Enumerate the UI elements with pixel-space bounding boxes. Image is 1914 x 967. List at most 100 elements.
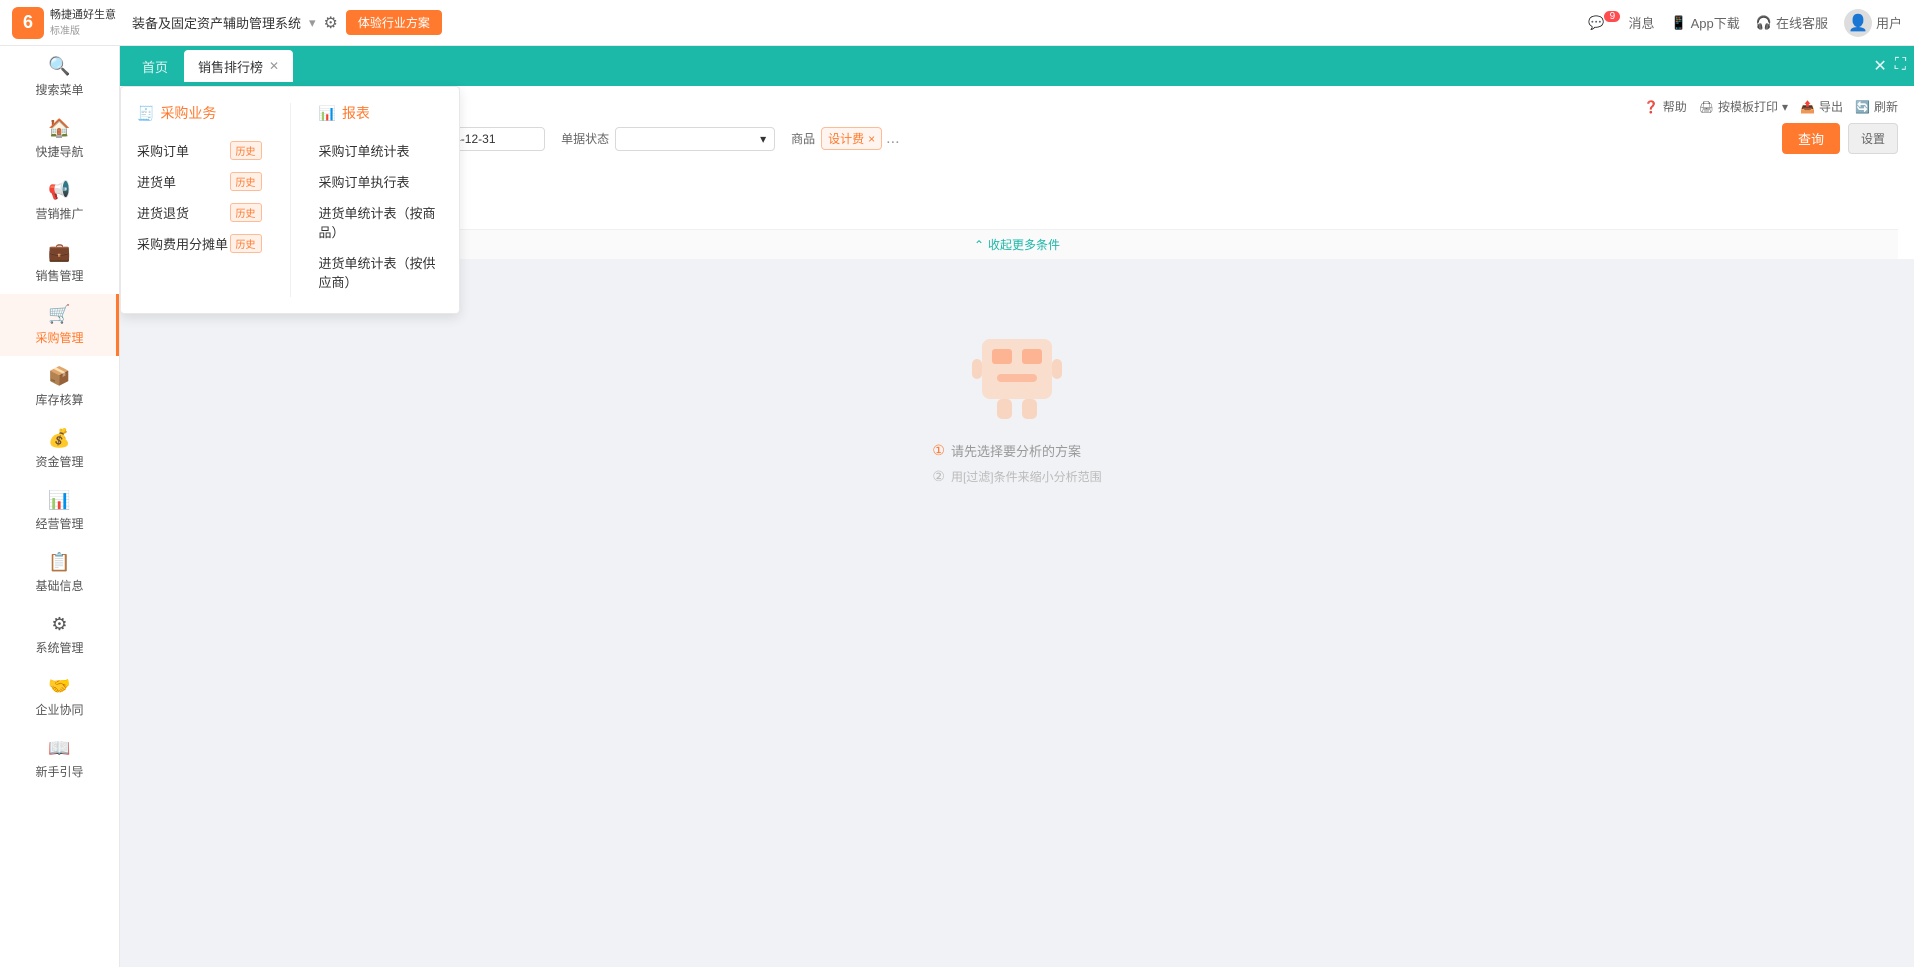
purchase-menu-section: 🧾 采购业务 采购订单 历史 进货单 历史 进货退货 历史: [137, 103, 262, 297]
status-label: 单据状态: [561, 130, 609, 147]
operations-icon: 📊: [48, 490, 70, 511]
online-service-button[interactable]: 🎧 在线客服: [1756, 13, 1828, 32]
sidebar-label-guide: 新手引导: [35, 763, 83, 780]
menu-item-goods-receipt-stat-goods[interactable]: 进货单统计表（按商品）: [319, 197, 444, 247]
app-download-button[interactable]: 📱 App下载: [1670, 13, 1739, 32]
sidebar-item-system[interactable]: ⚙ 系统管理: [0, 604, 119, 666]
export-icon: 📤: [1800, 100, 1815, 114]
sidebar-label-quick: 快捷导航: [35, 143, 83, 160]
sidebar-label-purchase: 采购管理: [35, 329, 83, 346]
system-dropdown-icon[interactable]: ▾: [309, 15, 316, 31]
status-select-arrow: ▾: [760, 132, 766, 146]
main-layout: 🔍 搜索菜单 🏠 快捷导航 📢 营销推广 💼 销售管理 🛒 采购管理 📦 库存核…: [0, 0, 1914, 967]
user-avatar: 👤: [1844, 9, 1872, 37]
sidebar-label-marketing: 营销推广: [35, 205, 83, 222]
print-button[interactable]: 🖨 按模板打印 ▾: [1699, 98, 1788, 115]
goods-filter: 商品 设计费 × ...: [791, 127, 899, 150]
tab-bar-right: ✕ ⛶: [1873, 56, 1906, 76]
headset-icon: 🎧: [1756, 15, 1772, 31]
sidebar-item-finance[interactable]: 💰 资金管理: [0, 418, 119, 480]
top-bar: 6 畅捷通好生意 标准版 装备及固定资产辅助管理系统 ▾ ⚙ 体验行业方案 💬 …: [0, 0, 1914, 46]
industry-button[interactable]: 体验行业方案: [346, 10, 442, 35]
tab-sales-rank[interactable]: 销售排行榜 ✕: [184, 50, 293, 82]
empty-svg: [947, 319, 1087, 429]
action-buttons: 查询 设置: [1782, 123, 1898, 154]
sidebar-item-marketing[interactable]: 📢 营销推广: [0, 170, 119, 232]
menu-item-goods-receipt[interactable]: 进货单 历史: [137, 166, 262, 197]
dropdown-menu: 🧾 采购业务 采购订单 历史 进货单 历史 进货退货 历史: [120, 86, 460, 314]
menu-item-purchase-order-stat[interactable]: 采购订单统计表: [319, 135, 444, 166]
help-button[interactable]: ❓ 帮助: [1644, 98, 1687, 115]
report-section-icon: 📊: [319, 105, 336, 122]
export-button[interactable]: 📤 导出: [1800, 98, 1843, 115]
setting-button[interactable]: 设置: [1848, 123, 1898, 154]
sidebar-item-search[interactable]: 🔍 搜索菜单: [0, 46, 119, 108]
tab-home[interactable]: 首页: [128, 50, 182, 82]
report-menu-section: 📊 报表 采购订单统计表 采购订单执行表 进货单统计表（按商品） 进货单统计表（…: [319, 103, 444, 297]
sidebar-label-search: 搜索菜单: [35, 81, 83, 98]
finance-icon: 💰: [48, 428, 70, 449]
history-badge-0: 历史: [230, 141, 262, 160]
tab-expand-icon[interactable]: ⛶: [1895, 56, 1906, 76]
history-badge-2: 历史: [230, 203, 262, 222]
sidebar-label-operations: 经营管理: [35, 515, 83, 532]
collapse-icon: ⌃: [974, 238, 984, 252]
menu-item-purchase-order[interactable]: 采购订单 历史: [137, 135, 262, 166]
sidebar-item-operations[interactable]: 📊 经营管理: [0, 480, 119, 542]
top-bar-center: 装备及固定资产辅助管理系统 ▾ ⚙ 体验行业方案: [132, 10, 1588, 35]
marketing-icon: 📢: [48, 180, 70, 201]
menu-item-goods-receipt-stat-supplier[interactable]: 进货单统计表（按供应商）: [319, 247, 444, 297]
print-icon: 🖨: [1699, 100, 1714, 114]
sidebar: 🔍 搜索菜单 🏠 快捷导航 📢 营销推广 💼 销售管理 🛒 采购管理 📦 库存核…: [0, 46, 120, 967]
sidebar-label-inventory: 库存核算: [35, 391, 83, 408]
message-button[interactable]: 💬 9 消息: [1588, 13, 1654, 32]
gear-icon[interactable]: ⚙: [324, 13, 338, 33]
history-badge-3: 历史: [230, 234, 262, 253]
menu-divider: [290, 103, 291, 297]
system-icon: ⚙: [51, 614, 67, 635]
user-menu[interactable]: 👤 用户: [1844, 9, 1902, 37]
menu-item-goods-return[interactable]: 进货退货 历史: [137, 197, 262, 228]
tab-bar: 首页 销售排行榜 ✕ ✕ ⛶ 🧾 采购业务 采购订单: [120, 46, 1914, 86]
tab-close-window-icon[interactable]: ✕: [1873, 56, 1886, 76]
help-icon: ❓: [1644, 100, 1659, 114]
query-button[interactable]: 查询: [1782, 123, 1840, 154]
print-dropdown-icon[interactable]: ▾: [1782, 100, 1788, 114]
menu-item-purchase-order-exec[interactable]: 采购订单执行表: [319, 166, 444, 197]
goods-tag: 设计费 ×: [821, 127, 882, 150]
goods-tag-close[interactable]: ×: [868, 132, 875, 146]
sidebar-item-quick[interactable]: 🏠 快捷导航: [0, 108, 119, 170]
refresh-button[interactable]: 🔄 刷新: [1855, 98, 1898, 115]
inventory-icon: 📦: [48, 366, 70, 387]
sidebar-item-inventory[interactable]: 📦 库存核算: [0, 356, 119, 418]
status-select[interactable]: ▾: [615, 127, 775, 151]
sidebar-item-guide[interactable]: 📖 新手引导: [0, 728, 119, 790]
system-name: 装备及固定资产辅助管理系统: [132, 13, 301, 32]
status-filter: 单据状态 ▾: [561, 127, 775, 151]
sidebar-item-sales[interactable]: 💼 销售管理: [0, 232, 119, 294]
online-service-label: 在线客服: [1776, 13, 1828, 32]
basic-icon: 📋: [48, 552, 70, 573]
sidebar-label-sales: 销售管理: [35, 267, 83, 284]
tab-home-label: 首页: [142, 57, 168, 76]
sidebar-item-basic[interactable]: 📋 基础信息: [0, 542, 119, 604]
tab-close-icon[interactable]: ✕: [269, 59, 279, 73]
top-bar-right: 💬 9 消息 📱 App下载 🎧 在线客服 👤 用户: [1588, 9, 1902, 37]
message-label: 消息: [1628, 13, 1654, 32]
sidebar-label-finance: 资金管理: [35, 453, 83, 470]
purchase-section-icon: 🧾: [137, 105, 154, 122]
phone-icon: 📱: [1670, 15, 1686, 31]
history-badge-1: 历史: [230, 172, 262, 191]
menu-item-purchase-fee[interactable]: 采购费用分摊单 历史: [137, 228, 262, 259]
sidebar-item-purchase[interactable]: 🛒 采购管理: [0, 294, 119, 356]
message-badge: 9: [1604, 11, 1620, 22]
goods-ellipsis[interactable]: ...: [886, 130, 899, 148]
guide-icon: 📖: [48, 738, 70, 759]
logo-area: 6 畅捷通好生意 标准版: [12, 7, 132, 39]
empty-illustration: [947, 319, 1087, 429]
search-icon: 🔍: [48, 56, 70, 77]
sidebar-item-enterprise[interactable]: 🤝 企业协同: [0, 666, 119, 728]
goods-label: 商品: [791, 130, 815, 147]
sidebar-label-system: 系统管理: [35, 639, 83, 656]
sidebar-label-basic: 基础信息: [35, 577, 83, 594]
